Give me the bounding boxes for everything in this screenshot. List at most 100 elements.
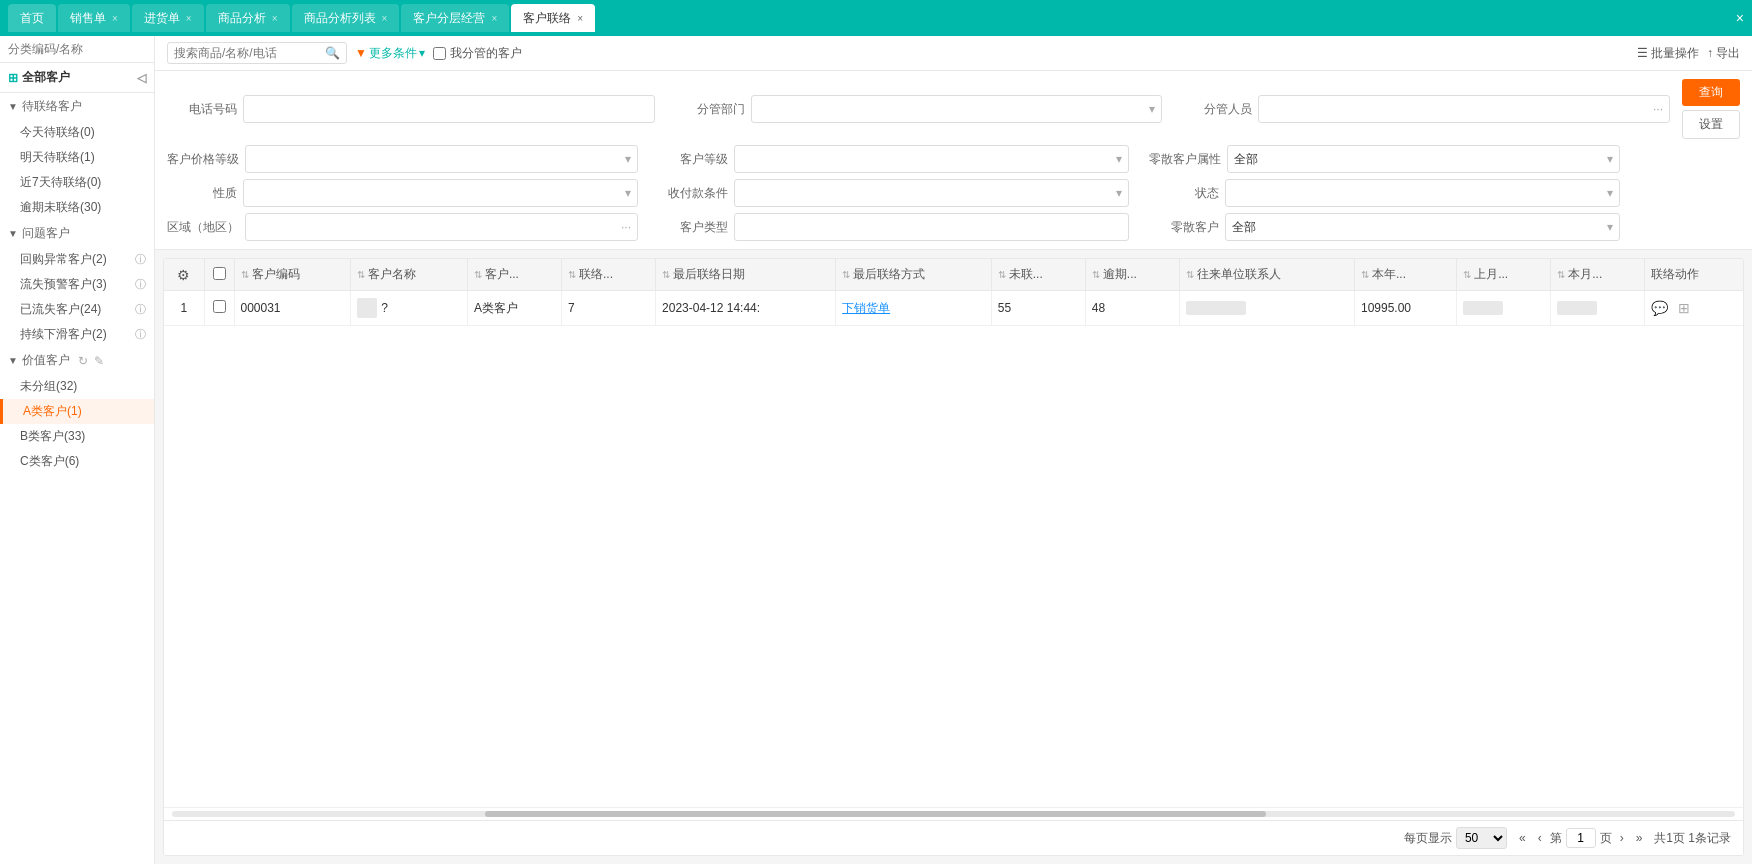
export-button[interactable]: ↑ 导出 xyxy=(1707,45,1740,62)
sidebar-group-value[interactable]: ▼ 价值客户 ↻ ✎ xyxy=(0,347,154,374)
contact-action-more-icon[interactable]: ⊞ xyxy=(1678,300,1690,316)
settings-button[interactable]: 设置 xyxy=(1682,110,1740,139)
filter-more-button[interactable]: ▼ 更多条件 ▾ xyxy=(355,45,425,62)
filter-search-box[interactable]: 🔍 xyxy=(167,42,347,64)
sidebar-item-c-class[interactable]: C类客户(6) xyxy=(0,449,154,474)
tab-customer-contact-close[interactable]: × xyxy=(577,13,583,24)
sidebar-item-tomorrow-pending[interactable]: 明天待联络(1) xyxy=(0,145,154,170)
tab-goods-analysis-list-close[interactable]: × xyxy=(382,13,388,24)
filter-retail-customer-select[interactable]: 全部 ▾ xyxy=(1225,213,1620,241)
th-gear[interactable]: ⚙ xyxy=(164,259,204,291)
th-last-month[interactable]: ⇅ 上月... xyxy=(1457,259,1551,291)
filter-payment-select[interactable]: ▾ xyxy=(734,179,1129,207)
th-overdue[interactable]: ⇅ 逾期... xyxy=(1085,259,1179,291)
my-customers-filter[interactable]: 我分管的客户 xyxy=(433,45,522,62)
tab-purchase-close[interactable]: × xyxy=(186,13,192,24)
sidebar-item-today-pending[interactable]: 今天待联络(0) xyxy=(0,120,154,145)
my-customers-checkbox[interactable] xyxy=(433,47,446,60)
info-icon-2[interactable]: ⓘ xyxy=(135,277,146,292)
th-customer-name[interactable]: ⇅ 客户名称 xyxy=(351,259,468,291)
th-no-contact[interactable]: ⇅ 未联... xyxy=(991,259,1085,291)
tab-goods-analysis-close[interactable]: × xyxy=(272,13,278,24)
row-checkbox[interactable] xyxy=(213,300,226,313)
sidebar-item-7days-pending[interactable]: 近7天待联络(0) xyxy=(0,170,154,195)
value-group-refresh[interactable]: ↻ xyxy=(78,354,88,368)
value-group-edit[interactable]: ✎ xyxy=(94,354,104,368)
query-button[interactable]: 查询 xyxy=(1682,79,1740,106)
th-unit-contact[interactable]: ⇅ 往来单位联系人 xyxy=(1179,259,1354,291)
sidebar-item-b-class[interactable]: B类客户(33) xyxy=(0,424,154,449)
last-page-button[interactable]: » xyxy=(1632,829,1647,847)
filter-price-level-select[interactable]: ▾ xyxy=(245,145,638,173)
tab-customer-segment-close[interactable]: × xyxy=(491,13,497,24)
filter-customer-type-input[interactable] xyxy=(734,213,1129,241)
tab-goods-analysis-list[interactable]: 商品分析列表 × xyxy=(292,4,400,32)
cell-last-contact-method[interactable]: 下销货单 xyxy=(836,291,992,326)
th-customer-type[interactable]: ⇅ 客户... xyxy=(467,259,561,291)
sidebar-group-problem[interactable]: ▼ 问题客户 xyxy=(0,220,154,247)
th-contact-action[interactable]: 联络动作 xyxy=(1645,259,1743,291)
cell-customer-code: 000031 xyxy=(234,291,351,326)
sidebar-item-declining[interactable]: 持续下滑客户(2) ⓘ xyxy=(0,322,154,347)
th-last-contact-method[interactable]: ⇅ 最后联络方式 xyxy=(836,259,992,291)
sidebar-group-pending[interactable]: ▼ 待联络客户 xyxy=(0,93,154,120)
sidebar-item-a-class[interactable]: A类客户(1) xyxy=(0,399,154,424)
filter-search-input[interactable] xyxy=(174,46,321,60)
page-number-input[interactable] xyxy=(1566,828,1596,848)
tab-customer-contact[interactable]: 客户联络 × xyxy=(511,4,595,32)
tab-goods-analysis[interactable]: 商品分析 × xyxy=(206,4,290,32)
last-contact-method-link[interactable]: 下销货单 xyxy=(842,301,890,315)
sidebar-item-churned[interactable]: 已流失客户(24) ⓘ xyxy=(0,297,154,322)
sidebar-all-customers-header: ⊞ 全部客户 ◁ xyxy=(0,63,154,93)
tab-sales-close[interactable]: × xyxy=(112,13,118,24)
sidebar-search-input[interactable] xyxy=(8,42,158,56)
tab-purchase[interactable]: 进货单 × xyxy=(132,4,204,32)
first-page-button[interactable]: « xyxy=(1515,829,1530,847)
filter-search-icon[interactable]: 🔍 xyxy=(325,46,340,60)
sidebar-collapse-icon[interactable]: ◁ xyxy=(137,71,146,85)
filter-nature-select[interactable]: ▾ xyxy=(243,179,638,207)
th-contact[interactable]: ⇅ 联络... xyxy=(561,259,655,291)
prev-page-button[interactable]: ‹ xyxy=(1534,829,1546,847)
gear-icon[interactable]: ⚙ xyxy=(177,267,190,283)
batch-ops-button[interactable]: ☰ 批量操作 xyxy=(1637,45,1699,62)
tab-home[interactable]: 首页 xyxy=(8,4,56,32)
sidebar-item-churn-warning[interactable]: 流失预警客户(3) ⓘ xyxy=(0,272,154,297)
sidebar-search-bar[interactable]: 🔍 xyxy=(0,36,154,63)
scrollbar-thumb[interactable] xyxy=(485,811,1267,817)
sidebar-item-unclassified[interactable]: 未分组(32) xyxy=(0,374,154,399)
filter-status-select[interactable]: ▾ xyxy=(1225,179,1620,207)
info-icon-1[interactable]: ⓘ xyxy=(135,252,146,267)
table-scroll-wrapper[interactable]: ⚙ ⇅ 客户编码 xyxy=(164,259,1743,807)
filter-manager-input[interactable]: ··· xyxy=(1258,95,1670,123)
close-all-button[interactable]: × xyxy=(1736,10,1744,26)
contact-action-chat-icon[interactable]: 💬 xyxy=(1651,300,1668,316)
filter-dept-select[interactable]: ▾ xyxy=(751,95,1163,123)
scrollbar-track[interactable] xyxy=(172,811,1735,817)
cell-check[interactable] xyxy=(204,291,234,326)
next-page-button[interactable]: › xyxy=(1616,829,1628,847)
select-all-checkbox[interactable] xyxy=(213,267,226,280)
per-page-selector[interactable]: 每页显示 50 100 200 xyxy=(1404,827,1507,849)
info-icon-3[interactable]: ⓘ xyxy=(135,302,146,317)
th-this-year[interactable]: ⇅ 本年... xyxy=(1354,259,1456,291)
th-this-month[interactable]: ⇅ 本月... xyxy=(1551,259,1645,291)
customer-type-value: A类客户 xyxy=(474,301,518,315)
th-last-contact-date[interactable]: ⇅ 最后联络日期 xyxy=(656,259,836,291)
filter-customer-level-select[interactable]: ▾ xyxy=(734,145,1129,173)
info-icon-4[interactable]: ⓘ xyxy=(135,327,146,342)
per-page-select[interactable]: 50 100 200 xyxy=(1456,827,1507,849)
filter-region-input[interactable]: ··· xyxy=(245,213,638,241)
tab-customer-segment[interactable]: 客户分层经营 × xyxy=(401,4,509,32)
th-customer-code[interactable]: ⇅ 客户编码 xyxy=(234,259,351,291)
sidebar-item-overdue-contact[interactable]: 逾期未联络(30) xyxy=(0,195,154,220)
th-unit-contact-label: 往来单位联系人 xyxy=(1197,266,1281,283)
filter-retail-attr-select[interactable]: 全部 ▾ xyxy=(1227,145,1620,173)
filter-phone-input[interactable] xyxy=(243,95,655,123)
th-check[interactable] xyxy=(204,259,234,291)
filter-customer-type: 客户类型 xyxy=(658,213,1129,241)
cell-contact-action[interactable]: 💬 ⊞ xyxy=(1645,291,1743,326)
tab-sales[interactable]: 销售单 × xyxy=(58,4,130,32)
sidebar-item-abnormal-repurchase[interactable]: 回购异常客户(2) ⓘ xyxy=(0,247,154,272)
horizontal-scrollbar[interactable] xyxy=(164,807,1743,820)
